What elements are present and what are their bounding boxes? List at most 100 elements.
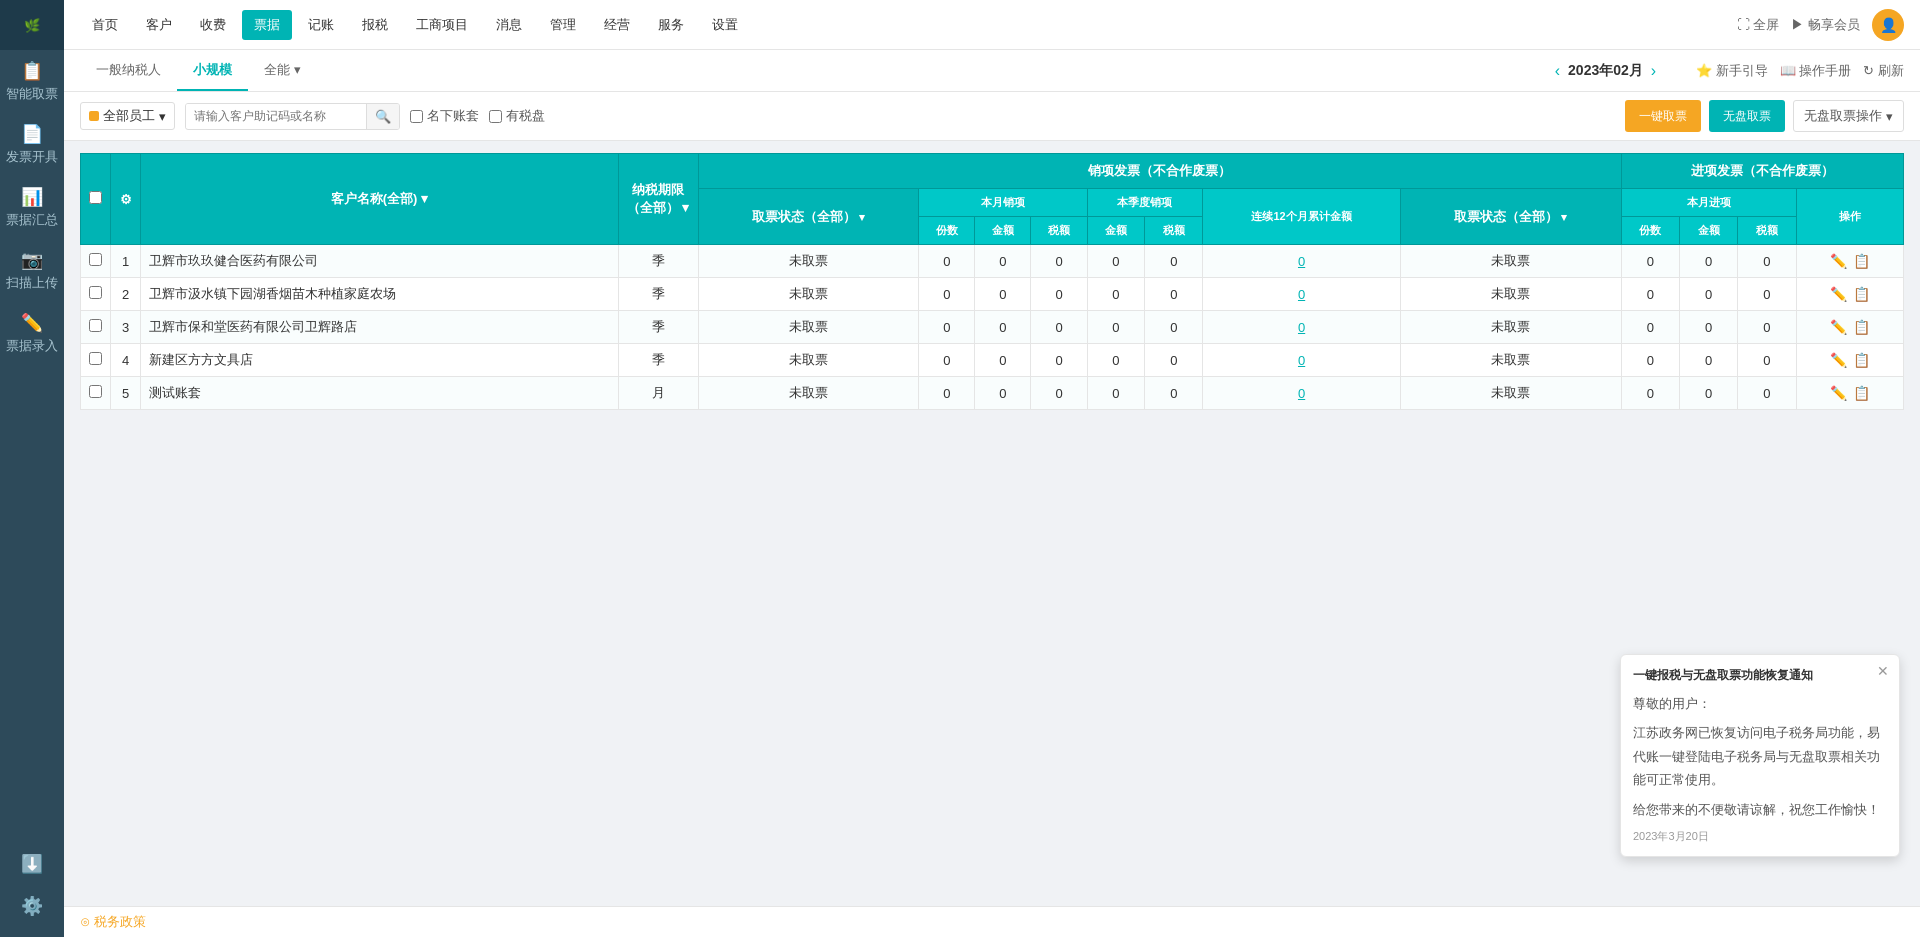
nav-tax[interactable]: 报税 xyxy=(350,10,400,40)
nav-invoice[interactable]: 票据 xyxy=(242,10,292,40)
tab-general[interactable]: 一般纳税人 xyxy=(80,51,177,91)
one-click-fetch-button[interactable]: 一键取票 xyxy=(1625,100,1701,132)
th-sales-m-tax: 税额 xyxy=(1031,217,1087,245)
prev-month-button[interactable]: ‹ xyxy=(1555,62,1560,80)
th-purchase-status: 取票状态（全部） ▾ xyxy=(1400,189,1621,245)
edit-icon[interactable]: ✏️ xyxy=(1830,286,1847,302)
row-sales-m-tax: 0 xyxy=(1031,245,1087,278)
toolbar: 全部员工 ▾ 🔍 名下账套 有税盘 一键取票 无盘取票 无盘取票操作 ▾ xyxy=(64,92,1920,141)
nav-items: 首页 客户 收费 票据 记账 报税 工商项目 消息 管理 经营 服务 设置 xyxy=(80,10,1737,40)
checkbox-has-taxdisk[interactable]: 有税盘 xyxy=(489,107,545,125)
nav-operation[interactable]: 经营 xyxy=(592,10,642,40)
sidebar-item-invoice-open[interactable]: 📄 发票开具 xyxy=(0,113,64,176)
checkbox-own-accounts[interactable]: 名下账套 xyxy=(410,107,479,125)
table-settings-icon[interactable]: ⚙ xyxy=(120,192,132,207)
row-sales-12m[interactable]: 0 xyxy=(1203,377,1401,410)
row-sales-12m[interactable]: 0 xyxy=(1203,245,1401,278)
sidebar-item-invoice-summary[interactable]: 📊 票据汇总 xyxy=(0,176,64,239)
row-tax-period: 季 xyxy=(618,311,698,344)
row-sales-12m[interactable]: 0 xyxy=(1203,311,1401,344)
new-guide-button[interactable]: ⭐ 新手引导 xyxy=(1696,62,1768,80)
nav-service[interactable]: 服务 xyxy=(646,10,696,40)
th-client-name: 客户名称(全部) ▾ xyxy=(141,154,619,245)
fullscreen-button[interactable]: ⛶ 全屏 xyxy=(1737,16,1780,34)
edit-icon[interactable]: ✏️ xyxy=(1830,385,1847,401)
user-avatar[interactable]: 👤 xyxy=(1872,9,1904,41)
nav-home[interactable]: 首页 xyxy=(80,10,130,40)
sidebar-item-settings-bottom[interactable]: ⚙️ xyxy=(0,885,64,927)
th-sales-month: 本月销项 xyxy=(919,189,1087,217)
row-sales-q-tax: 0 xyxy=(1145,344,1203,377)
edit-icon[interactable]: ✏️ xyxy=(1830,319,1847,335)
refresh-button[interactable]: ↻ 刷新 xyxy=(1863,62,1904,80)
top-navigation: 首页 客户 收费 票据 记账 报税 工商项目 消息 管理 经营 服务 设置 ⛶ … xyxy=(64,0,1920,50)
nav-management[interactable]: 管理 xyxy=(538,10,588,40)
tab-small[interactable]: 小规模 xyxy=(177,51,248,91)
sidebar-item-label: 发票开具 xyxy=(6,148,58,166)
row-checkbox[interactable] xyxy=(89,319,102,332)
sidebar-item-smart-fetch[interactable]: 📋 智能取票 xyxy=(0,50,64,113)
view-icon[interactable]: 📋 xyxy=(1853,319,1870,335)
row-sales-12m[interactable]: 0 xyxy=(1203,278,1401,311)
member-button[interactable]: ▶ 畅享会员 xyxy=(1791,16,1860,34)
nav-message[interactable]: 消息 xyxy=(484,10,534,40)
next-month-button[interactable]: › xyxy=(1651,62,1656,80)
view-icon[interactable]: 📋 xyxy=(1853,253,1870,269)
row-purchase-status: 未取票 xyxy=(1400,278,1621,311)
row-actions: ✏️ 📋 xyxy=(1796,377,1903,410)
checkbox-has-taxdisk-input[interactable] xyxy=(489,110,502,123)
row-client-name: 卫辉市保和堂医药有限公司卫辉路店 xyxy=(141,311,619,344)
th-checkbox xyxy=(81,154,111,245)
no-disk-fetch-button[interactable]: 无盘取票 xyxy=(1709,100,1785,132)
row-sales-12m[interactable]: 0 xyxy=(1203,344,1401,377)
no-disk-ops-button[interactable]: 无盘取票操作 ▾ xyxy=(1793,100,1904,132)
table-row: 4 新建区方方文具店 季 未取票 0 0 0 0 0 0 未取票 0 0 0 ✏… xyxy=(81,344,1904,377)
tax-policy-link[interactable]: ⊙ 税务政策 xyxy=(80,913,146,931)
row-sales-m-tax: 0 xyxy=(1031,344,1087,377)
checkbox-own-accounts-input[interactable] xyxy=(410,110,423,123)
notification-close-button[interactable]: ✕ xyxy=(1877,663,1889,679)
nav-bookkeeping[interactable]: 记账 xyxy=(296,10,346,40)
row-purchase-status: 未取票 xyxy=(1400,245,1621,278)
nav-client[interactable]: 客户 xyxy=(134,10,184,40)
sidebar-item-label: 票据录入 xyxy=(6,337,58,355)
row-checkbox[interactable] xyxy=(89,286,102,299)
employee-filter[interactable]: 全部员工 ▾ xyxy=(80,102,175,130)
row-checkbox[interactable] xyxy=(89,385,102,398)
nav-collection[interactable]: 收费 xyxy=(188,10,238,40)
search-input[interactable] xyxy=(186,104,366,128)
nav-settings[interactable]: 设置 xyxy=(700,10,750,40)
view-icon[interactable]: 📋 xyxy=(1853,352,1870,368)
manual-button[interactable]: 📖 操作手册 xyxy=(1780,62,1852,80)
row-sales-q-amount: 0 xyxy=(1087,311,1145,344)
bottombar: ⊙ 税务政策 xyxy=(64,906,1920,937)
search-button[interactable]: 🔍 xyxy=(366,104,399,129)
th-sales-q-amount: 金额 xyxy=(1087,217,1145,245)
row-number: 4 xyxy=(111,344,141,377)
no-disk-ops-label: 无盘取票操作 xyxy=(1804,107,1882,125)
row-purchase-m-amount: 0 xyxy=(1680,245,1738,278)
row-checkbox-cell xyxy=(81,278,111,311)
view-icon[interactable]: 📋 xyxy=(1853,385,1870,401)
edit-icon[interactable]: ✏️ xyxy=(1830,352,1847,368)
invoice-open-icon: 📄 xyxy=(21,123,43,145)
edit-icon[interactable]: ✏️ xyxy=(1830,253,1847,269)
view-icon[interactable]: 📋 xyxy=(1853,286,1870,302)
subheader: 一般纳税人 小规模 全能 ▾ ‹ 2023年02月 › ⭐ 新手引导 📖 操作手… xyxy=(64,50,1920,92)
download-icon: ⬇️ xyxy=(21,853,43,875)
tab-all[interactable]: 全能 ▾ xyxy=(248,51,317,91)
row-checkbox[interactable] xyxy=(89,352,102,365)
sidebar-item-invoice-entry[interactable]: ✏️ 票据录入 xyxy=(0,302,64,365)
select-all-checkbox[interactable] xyxy=(89,191,102,204)
sidebar-item-download[interactable]: ⬇️ xyxy=(0,843,64,885)
row-purchase-m-tax: 0 xyxy=(1738,245,1796,278)
row-sales-q-amount: 0 xyxy=(1087,278,1145,311)
row-purchase-m-amount: 0 xyxy=(1680,278,1738,311)
row-client-name: 卫辉市汲水镇下园湖香烟苗木种植家庭农场 xyxy=(141,278,619,311)
sidebar-item-scan-upload[interactable]: 📷 扫描上传 xyxy=(0,239,64,302)
tab-all-dropdown-icon[interactable]: ▾ xyxy=(294,62,301,77)
table-row: 5 测试账套 月 未取票 0 0 0 0 0 0 未取票 0 0 0 ✏️ 📋 xyxy=(81,377,1904,410)
row-checkbox[interactable] xyxy=(89,253,102,266)
row-purchase-status: 未取票 xyxy=(1400,377,1621,410)
nav-business[interactable]: 工商项目 xyxy=(404,10,480,40)
